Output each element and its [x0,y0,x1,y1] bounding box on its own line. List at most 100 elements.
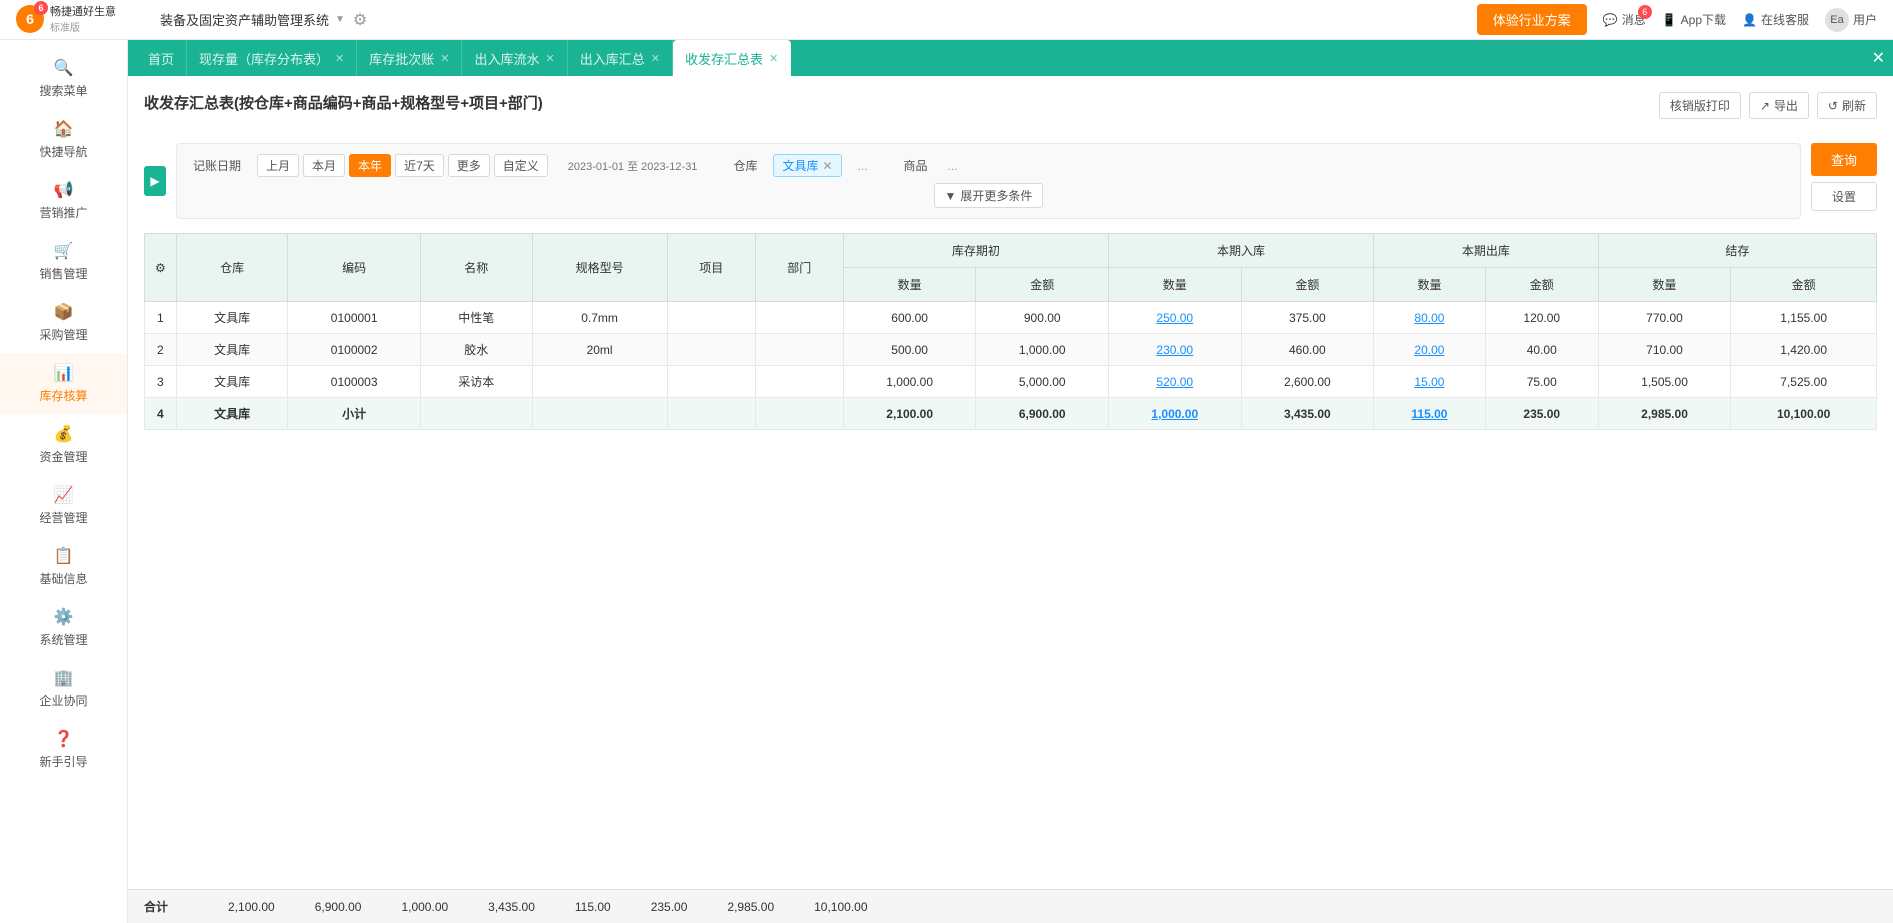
total-bal-amount: 10,100.00 [814,900,867,914]
subtotal-out-amount: 235.00 [1485,398,1598,430]
message-icon: 💬 [1603,13,1618,27]
subtotal-label: 小计 [288,398,421,430]
bottom-bar: 合计 2,100.00 6,900.00 1,000.00 3,435.00 1… [128,889,1893,923]
total-open-qty: 2,100.00 [228,900,275,914]
row3-department [755,366,843,398]
sidebar-item-quick-nav[interactable]: 🏠 快捷导航 [0,109,127,170]
row1-goods-name: 中性笔 [420,302,532,334]
date-btn-more[interactable]: 更多 [448,154,490,177]
tab-in-out-flow[interactable]: 出入库流水 ✕ [462,40,567,76]
th-open-amount: 金额 [976,268,1109,302]
total-out-amount: 235.00 [651,900,688,914]
tab-close-batch-ledger[interactable]: ✕ [440,52,449,65]
print-button[interactable]: 核销版打印 [1659,92,1741,119]
user-action[interactable]: Ea 用户 [1825,8,1877,32]
logo-area: 6 6 畅捷通好生意 标准版 [16,5,144,34]
row1-out-qty[interactable]: 80.00 [1374,302,1486,334]
date-btn-custom[interactable]: 自定义 [494,154,548,177]
tab-bar-close-icon[interactable]: ✕ [1872,48,1885,68]
tab-batch-ledger[interactable]: 库存批次账 ✕ [357,40,462,76]
operations-icon: 📈 [54,485,74,505]
export-button[interactable]: ↗ 导出 [1749,92,1809,119]
total-in-amount: 3,435.00 [488,900,535,914]
date-btn-this-month[interactable]: 本月 [303,154,345,177]
row2-warehouse: 文具库 [176,334,288,366]
main-area: 首页 现存量（库存分布表） ✕ 库存批次账 ✕ 出入库流水 ✕ 出入库汇总 ✕ … [128,40,1893,923]
subtotal-open-amount: 6,900.00 [976,398,1109,430]
row1-in-qty[interactable]: 250.00 [1108,302,1241,334]
row3-out-qty[interactable]: 15.00 [1374,366,1486,398]
sidebar-label-purchase: 采购管理 [39,326,87,343]
sidebar-item-purchase[interactable]: 📦 采购管理 [0,292,127,353]
filter-arrow-icon[interactable]: ▶ [144,166,166,196]
sidebar-item-basic-info[interactable]: 📋 基础信息 [0,536,127,597]
phone-icon: 📱 [1662,13,1677,27]
tab-inventory-dist[interactable]: 现存量（库存分布表） ✕ [187,40,357,76]
setting-button[interactable]: 设置 [1811,182,1877,211]
subtotal-open-qty: 2,100.00 [843,398,976,430]
subtotal-empty1 [420,398,532,430]
date-btn-last-month[interactable]: 上月 [257,154,299,177]
logo-badge: 6 [34,1,48,15]
query-button[interactable]: 查询 [1811,143,1877,176]
date-btn-7days[interactable]: 近7天 [395,154,444,177]
th-bal-qty: 数量 [1598,268,1731,302]
sidebar-item-finance[interactable]: 💰 资金管理 [0,414,127,475]
total-label: 合计 [144,898,168,915]
subtotal-in-qty[interactable]: 1,000.00 [1108,398,1241,430]
sidebar-label-finance: 资金管理 [39,448,87,465]
goods-more-btn[interactable]: ... [948,159,958,173]
sidebar-label-sales: 销售管理 [39,265,87,282]
row2-goods-spec: 20ml [532,334,667,366]
refresh-button[interactable]: ↺ 刷新 [1817,92,1877,119]
row3-no: 3 [145,366,177,398]
tab-home[interactable]: 首页 [136,40,187,76]
sidebar-item-guide[interactable]: ❓ 新手引导 [0,719,127,780]
expand-filter-button[interactable]: ▼ 展开更多条件 [934,183,1044,208]
sidebar-item-operations[interactable]: 📈 经营管理 [0,475,127,536]
trial-button[interactable]: 体验行业方案 [1477,4,1587,35]
row1-in-amount: 375.00 [1241,302,1374,334]
row2-department [755,334,843,366]
tab-close-collect-summary[interactable]: ✕ [769,52,778,65]
online-service-action[interactable]: 👤 在线客服 [1742,11,1809,28]
th-project: 项目 [667,234,755,302]
row3-in-qty[interactable]: 520.00 [1108,366,1241,398]
table-row: 2 文具库 0100002 胶水 20ml 500.00 1,000.00 23… [145,334,1877,366]
sidebar-item-search[interactable]: 🔍 搜索菜单 [0,48,127,109]
tab-close-in-out-summary[interactable]: ✕ [651,52,660,65]
tab-bar: 首页 现存量（库存分布表） ✕ 库存批次账 ✕ 出入库流水 ✕ 出入库汇总 ✕ … [128,40,1893,76]
row3-goods-spec [532,366,667,398]
th-settings: ⚙ [145,234,177,302]
row2-in-qty[interactable]: 230.00 [1108,334,1241,366]
sidebar-label-enterprise: 企业协同 [39,692,87,709]
row3-project [667,366,755,398]
settings-icon[interactable]: ⚙ [155,261,166,275]
warehouse-more-btn[interactable]: ... [858,159,868,173]
tab-close-in-out-flow[interactable]: ✕ [546,52,555,65]
th-in-qty: 数量 [1108,268,1241,302]
date-btn-this-year[interactable]: 本年 [349,154,391,177]
warehouse-filter-tag: 文具库 ✕ [773,154,841,177]
sidebar-item-sales[interactable]: 🛒 销售管理 [0,231,127,292]
sidebar-item-marketing[interactable]: 📢 营销推广 [0,170,127,231]
tab-collect-summary[interactable]: 收发存汇总表 ✕ [673,40,791,76]
tab-in-out-summary[interactable]: 出入库汇总 ✕ [568,40,673,76]
refresh-icon: ↺ [1828,99,1838,113]
message-action[interactable]: 💬 消息 6 [1603,11,1646,28]
warehouse-tag-close[interactable]: ✕ [822,159,832,173]
sidebar-item-system[interactable]: ⚙️ 系统管理 [0,597,127,658]
finance-icon: 💰 [54,424,74,444]
sidebar-item-enterprise[interactable]: 🏢 企业协同 [0,658,127,719]
subtotal-out-qty[interactable]: 115.00 [1374,398,1486,430]
app-download-action[interactable]: 📱 App下载 [1662,11,1726,28]
row2-goods-code: 0100002 [288,334,421,366]
sidebar-item-inventory[interactable]: 📊 库存核算 [0,353,127,414]
row2-out-qty[interactable]: 20.00 [1374,334,1486,366]
settings-gear-icon[interactable]: ⚙ [353,10,367,30]
total-bal-qty: 2,985.00 [727,900,774,914]
filter-expand-row: ▼ 展开更多条件 [193,183,1784,208]
warehouse-label: 仓库 [733,157,757,174]
row1-open-qty: 600.00 [843,302,976,334]
tab-close-inventory-dist[interactable]: ✕ [335,52,344,65]
